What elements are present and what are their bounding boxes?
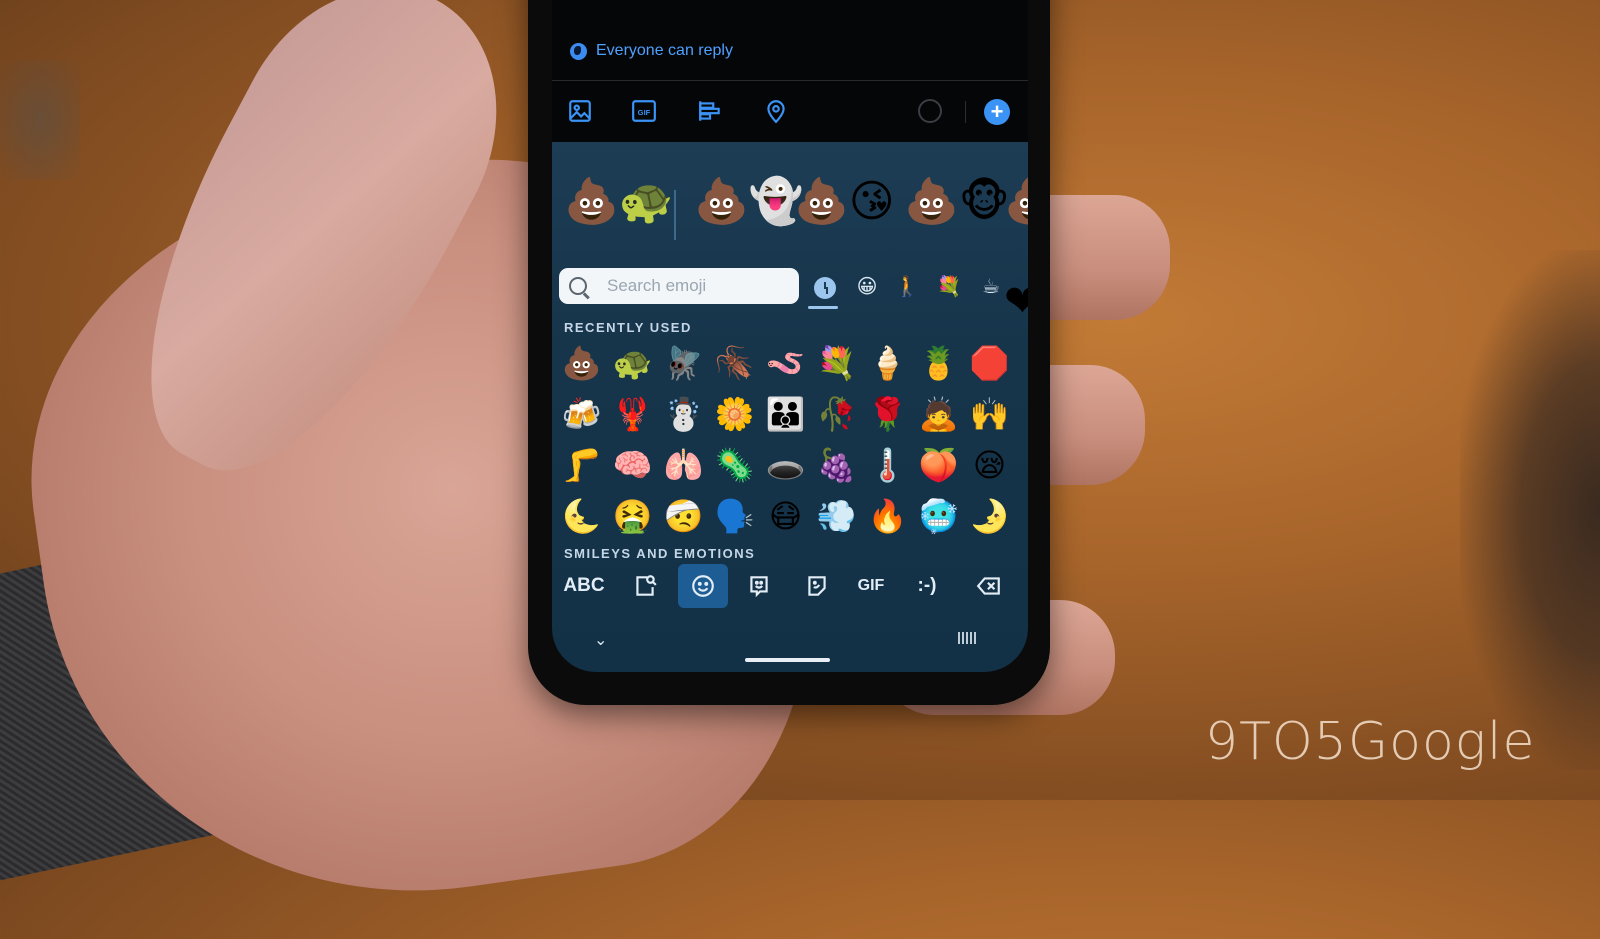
compose-toolbar: GIF + [552, 85, 1028, 141]
emoji-key[interactable]: 😪 [964, 440, 1015, 491]
phone-screen: Everyone can reply GIF + 💩🐢 💩👻 💩😘 💩🐵 💩❤ [552, 0, 1028, 672]
search-sticker-button[interactable] [622, 564, 668, 608]
divider [674, 190, 676, 240]
emoji-key[interactable]: 🍍 [913, 338, 964, 389]
emoji-tab-button[interactable] [678, 564, 728, 608]
search-icon [569, 277, 587, 295]
emoji-key[interactable]: 🦵 [556, 440, 607, 491]
emoji-key[interactable]: 🌛 [964, 491, 1015, 542]
image-icon[interactable] [566, 97, 594, 125]
hide-keyboard-chevron-icon[interactable]: ⌄ [594, 630, 607, 650]
emoji-key[interactable]: 🦠 [709, 440, 760, 491]
emoji-key[interactable]: 🤮 [607, 491, 658, 542]
emoji-search-box[interactable] [559, 268, 799, 304]
emoji-key[interactable]: 🐢 [607, 338, 658, 389]
emoji-key[interactable]: 🙌 [964, 389, 1015, 440]
category-recent-tab[interactable] [812, 274, 838, 300]
keyboard-bottom-bar: ABC GIF :-) [552, 560, 1028, 612]
category-nature-tab[interactable]: 💐 [936, 274, 962, 300]
recent-emoji-grid: 💩 🐢 🪰 🪳 🪱 💐 🍦 🍍 🛑 🍻 🦞 ☃️ 🌼 👪 🥀 🌹 🙇 🙌 🦵 🧠 🫁 🦠 🕳️ 🍇 🌡️ 🍑 😪 🌜 🤮 🤕 🗣️ 😷 💨 🔥 🥶 🌛 [556, 338, 1026, 542]
emoticon-button[interactable]: :-) [904, 564, 950, 608]
emoji-key[interactable]: 🫁 [658, 440, 709, 491]
gif-button[interactable]: GIF [848, 564, 894, 608]
gif-icon[interactable]: GIF [630, 97, 658, 125]
emoji-key[interactable]: 🍇 [811, 440, 862, 491]
emoji-key[interactable]: 💨 [811, 491, 862, 542]
emoji-key[interactable]: 🌡️ [862, 440, 913, 491]
category-smileys-tab[interactable]: 😀 [854, 274, 880, 300]
emoji-key[interactable]: 🦞 [607, 389, 658, 440]
watermark-logo: 9TO5Google [1205, 712, 1536, 772]
emoji-key[interactable]: 🌼 [709, 389, 760, 440]
add-tweet-button[interactable]: + [984, 99, 1010, 125]
emoji-key[interactable]: 🌜 [556, 491, 607, 542]
emoji-key[interactable]: 🧠 [607, 440, 658, 491]
backspace-button[interactable] [966, 564, 1012, 608]
emoji-key[interactable]: 🥶 [913, 491, 964, 542]
emoji-key[interactable]: 🕳️ [760, 440, 811, 491]
sticker-suggestion[interactable]: 💩😘 [794, 152, 895, 252]
emoji-key[interactable]: 🪰 [658, 338, 709, 389]
recently-used-heading: RECENTLY USED [564, 320, 692, 335]
emoji-key[interactable]: 🛑 [964, 338, 1015, 389]
emoji-key[interactable]: 🌹 [862, 389, 913, 440]
category-people-tab[interactable]: 🚶 [894, 274, 920, 300]
sticker-suggestion[interactable]: 💩🐢 [564, 152, 674, 252]
keyboard-switch-icon[interactable] [958, 632, 976, 644]
active-category-indicator [808, 306, 838, 309]
globe-icon [570, 42, 587, 60]
emoji-key[interactable]: 🍻 [556, 389, 607, 440]
category-food-tab[interactable]: ☕ [978, 274, 1004, 300]
emoji-key[interactable]: 👪 [760, 389, 811, 440]
poll-icon[interactable] [696, 97, 724, 125]
emoji-key[interactable]: ☃️ [658, 389, 709, 440]
abc-button[interactable]: ABC [556, 564, 612, 608]
sticker-suggestion[interactable]: 💩👻 [694, 152, 804, 252]
emoji-key[interactable]: 🪱 [760, 338, 811, 389]
emoji-key[interactable]: 🙇 [913, 389, 964, 440]
reply-setting-button[interactable]: Everyone can reply [552, 26, 1028, 76]
emoji-key[interactable]: 🪳 [709, 338, 760, 389]
emoji-key[interactable]: 🍑 [913, 440, 964, 491]
emoji-kitchen-suggestions: 💩🐢 💩👻 💩😘 💩🐵 💩❤ [552, 152, 1028, 326]
emoji-key[interactable]: 🗣️ [709, 491, 760, 542]
emoji-keyboard: 💩🐢 💩👻 💩😘 💩🐵 💩❤ 😀 🚶 💐 ☕ RECENTLY USED 💩🐢🪰… [552, 142, 1028, 672]
emoji-key[interactable]: 🍦 [862, 338, 913, 389]
background-object [1460, 250, 1600, 770]
clock-icon [814, 276, 836, 299]
emoji-key[interactable]: 🤕 [658, 491, 709, 542]
emoji-key[interactable]: 💩 [556, 338, 607, 389]
home-indicator[interactable] [745, 658, 830, 662]
emoji-search-row: 😀 🚶 💐 ☕ [552, 266, 1028, 310]
character-count-ring [918, 99, 942, 123]
sticker-suggestion[interactable]: 💩🐵 [904, 152, 1010, 252]
svg-text:GIF: GIF [638, 108, 651, 117]
sticker-button[interactable] [794, 564, 840, 608]
emoji-key[interactable]: 🥀 [811, 389, 862, 440]
location-icon[interactable] [762, 97, 790, 125]
sticker-suggestion[interactable]: 💩❤ [1004, 152, 1028, 352]
smileys-heading: SMILEYS AND EMOTIONS [564, 546, 756, 558]
reply-setting-label: Everyone can reply [596, 42, 733, 59]
background-blur [0, 60, 80, 180]
emoji-key[interactable]: 🔥 [862, 491, 913, 542]
emoji-key[interactable]: 😷 [760, 491, 811, 542]
divider [965, 101, 966, 123]
navigation-row: ⌄ [552, 622, 1028, 662]
bitmoji-button[interactable] [736, 564, 782, 608]
emoji-search-input[interactable] [605, 275, 779, 297]
emoji-key[interactable]: 💐 [811, 338, 862, 389]
divider [552, 80, 1028, 81]
